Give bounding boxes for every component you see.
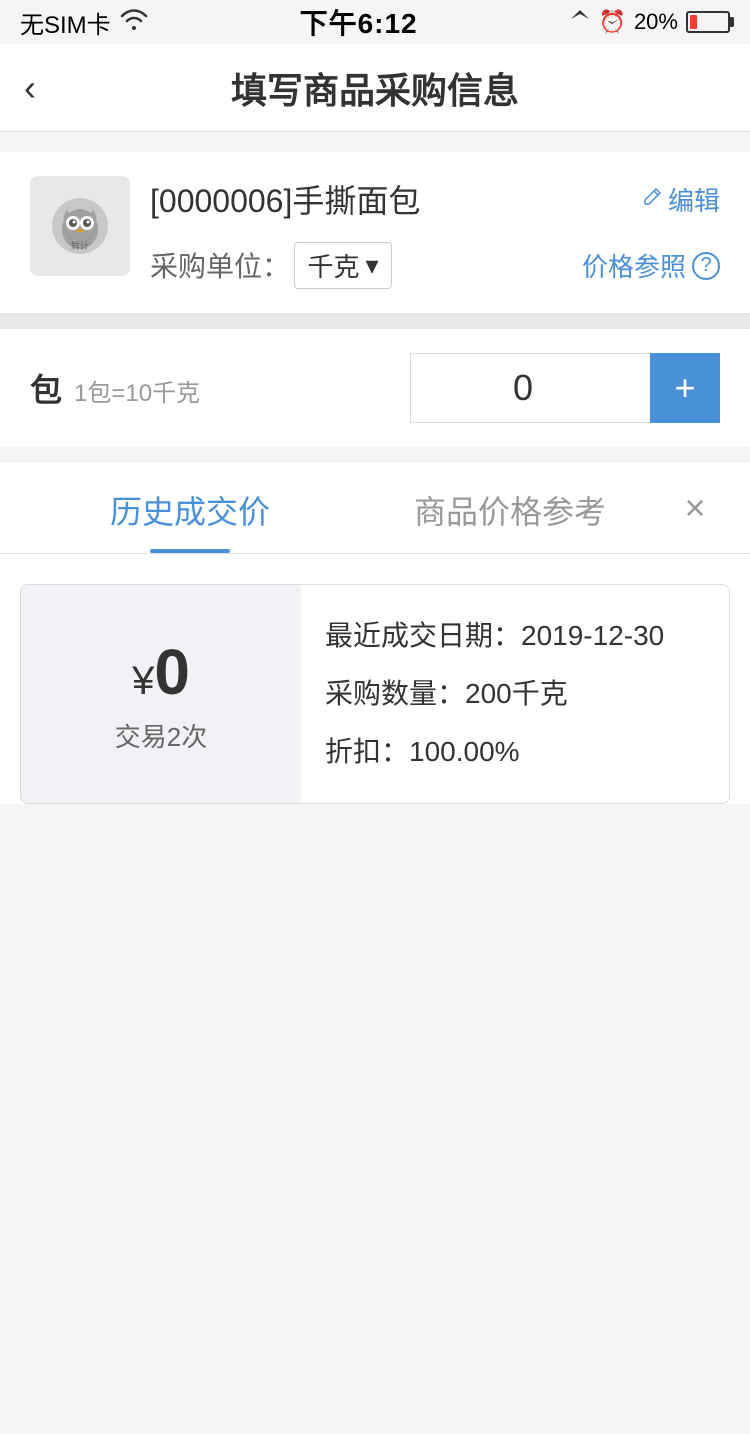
page-title: 填写商品采购信息 — [231, 62, 519, 114]
price-detail-discount: 折扣：100.00% — [325, 731, 705, 773]
svg-text:鲜计: 鲜计 — [71, 240, 89, 251]
unit-select[interactable]: 千克 ▾ — [294, 242, 391, 289]
quantity-row: 包 1包=10千克 + — [0, 329, 750, 447]
price-card-right: 最近成交日期：2019-12-30 采购数量：200千克 折扣：100.00% — [301, 585, 729, 803]
price-transactions: 交易2次 — [115, 717, 207, 754]
quantity-plus-button[interactable]: + — [650, 353, 720, 423]
quantity-label: 包 1包=10千克 — [30, 365, 200, 411]
tab-price-reference-label: 商品价格参考 — [414, 494, 606, 530]
price-currency: ¥ — [132, 659, 154, 703]
location-icon — [569, 8, 591, 36]
price-ref-icon: ? — [692, 252, 720, 280]
unit-label-wrapper: 采购单位： 千克 ▾ — [150, 242, 392, 289]
unit-label: 采购单位： — [150, 251, 290, 282]
price-ref-link[interactable]: 价格参照 ? — [582, 247, 720, 284]
product-info: [0000006]手撕面包 编辑 采购单位： 千克 — [150, 176, 720, 289]
recent-date-value: 2019-12-30 — [521, 620, 664, 651]
recent-date-label: 最近成交日期： — [325, 620, 521, 651]
product-name: [0000006]手撕面包 — [150, 176, 420, 222]
price-card: ¥0 交易2次 最近成交日期：2019-12-30 采购数量：200千克 折扣：… — [20, 584, 730, 804]
tab-price-reference[interactable]: 商品价格参考 — [350, 463, 670, 553]
status-bar: 无SIM卡 下午6:12 ⏰ 20% — [0, 0, 750, 44]
section-divider — [0, 313, 750, 329]
purchase-qty-label: 采购数量： — [325, 678, 465, 709]
product-title: 手撕面包 — [292, 183, 420, 219]
tabs-section: 历史成交价 商品价格参考 × ¥0 交易2次 最近成交日期：2019-12-30… — [0, 463, 750, 804]
plus-icon: + — [674, 367, 695, 409]
price-ref-label: 价格参照 — [582, 247, 686, 284]
edit-icon — [642, 185, 664, 214]
back-button[interactable]: ‹ — [24, 67, 36, 109]
tab-history-price-label: 历史成交价 — [110, 494, 270, 530]
status-time: 下午6:12 — [300, 2, 418, 42]
close-icon: × — [684, 487, 705, 529]
bottom-space — [0, 834, 750, 1434]
quantity-input[interactable] — [410, 353, 650, 423]
edit-label: 编辑 — [668, 181, 720, 218]
price-value: 0 — [154, 636, 190, 708]
price-detail-qty: 采购数量：200千克 — [325, 673, 705, 715]
unit-value: 千克 — [307, 247, 359, 284]
product-header: 鲜计 [0000006]手撕面包 编辑 — [30, 176, 720, 289]
quantity-input-wrapper: + — [410, 353, 720, 423]
wifi-icon — [119, 8, 149, 37]
nav-bar: ‹ 填写商品采购信息 — [0, 44, 750, 132]
product-logo: 鲜计 — [45, 191, 115, 261]
carrier-text: 无SIM卡 — [20, 5, 111, 40]
quantity-unit: 包 — [30, 365, 62, 411]
product-card: 鲜计 [0000006]手撕面包 编辑 — [0, 152, 750, 313]
product-unit-row: 采购单位： 千克 ▾ 价格参照 ? — [150, 242, 720, 289]
battery-percent: 20% — [634, 9, 678, 35]
tabs-close-button[interactable]: × — [670, 483, 720, 533]
tabs-bar: 历史成交价 商品价格参考 × — [0, 463, 750, 554]
discount-value: 100.00% — [409, 736, 520, 767]
alarm-icon: ⏰ — [599, 9, 626, 35]
product-id: [0000006] — [150, 183, 292, 219]
quantity-conversion: 1包=10千克 — [74, 373, 200, 408]
product-image: 鲜计 — [30, 176, 130, 276]
discount-label: 折扣： — [325, 736, 409, 767]
status-right: ⏰ 20% — [569, 8, 730, 36]
purchase-qty-value: 200千克 — [465, 678, 568, 709]
price-amount: ¥0 — [132, 635, 190, 709]
price-card-left: ¥0 交易2次 — [21, 585, 301, 803]
price-detail-date: 最近成交日期：2019-12-30 — [325, 615, 705, 657]
edit-link[interactable]: 编辑 — [642, 181, 720, 218]
tab-history-price[interactable]: 历史成交价 — [30, 463, 350, 553]
battery-icon — [686, 11, 730, 33]
status-left: 无SIM卡 — [20, 5, 149, 40]
dropdown-arrow-icon: ▾ — [365, 250, 378, 281]
product-info-top: [0000006]手撕面包 编辑 — [150, 176, 720, 222]
